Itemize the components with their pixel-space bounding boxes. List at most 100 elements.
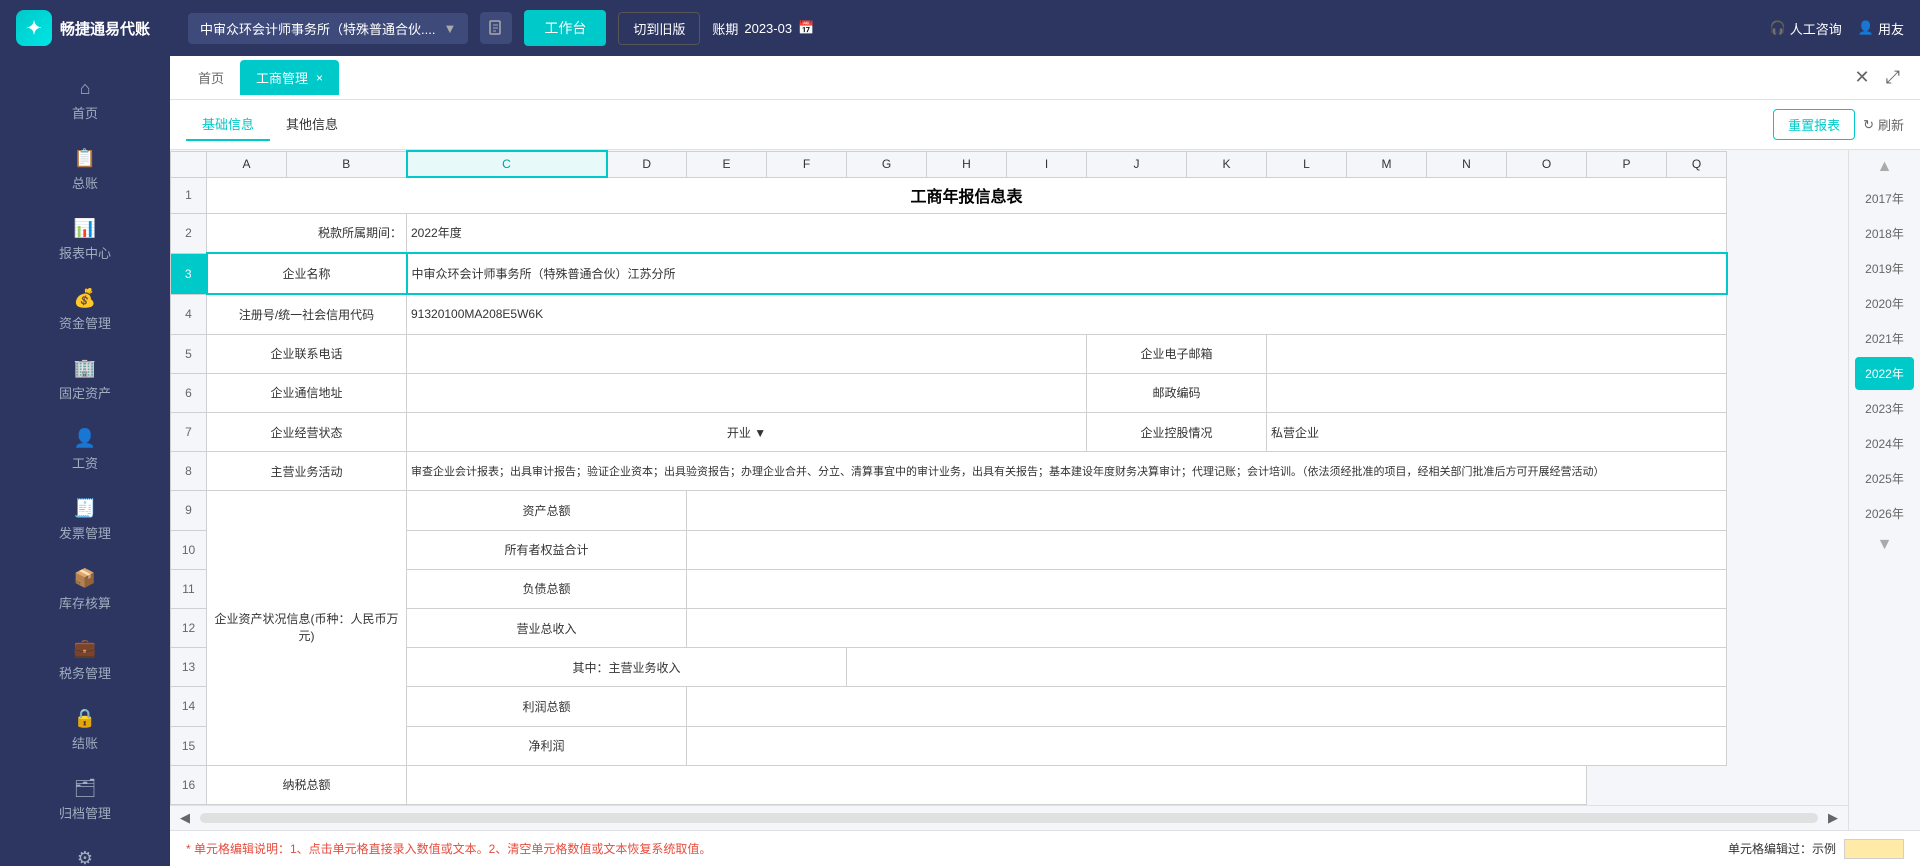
sidebar-label-asset: 固定资产 (59, 383, 111, 402)
sidebar-label-home: 首页 (72, 103, 98, 122)
sidebar-item-home[interactable]: ⌂首页 (8, 66, 162, 134)
service-button[interactable]: 🎧 人工咨询 (1770, 19, 1842, 38)
status-right: 单元格编辑过：示例 (1728, 839, 1904, 859)
year-item-2017年[interactable]: 2017年 (1855, 182, 1914, 215)
reg-code-cell[interactable]: 91320100MA208E5W6K (407, 294, 1727, 334)
sidebar-label-ledger: 总账 (72, 173, 98, 192)
address-cell[interactable] (407, 373, 1087, 412)
value-cell[interactable]: 2022年度 (407, 213, 1727, 253)
sidebar-item-close[interactable]: 🔒结账 (8, 696, 162, 764)
year-item-2024年[interactable]: 2024年 (1855, 427, 1914, 460)
col-header-M: M (1347, 151, 1427, 177)
scroll-right-icon[interactable]: ▶ (1822, 808, 1844, 828)
sidebar-item-report[interactable]: 📊报表中心 (8, 206, 162, 274)
sidebar-item-asset[interactable]: 🏢 固定资产 (8, 346, 162, 414)
period-info: 账期 2023-03 📅 (712, 19, 814, 38)
sidebar-item-salary[interactable]: 👤工资 (8, 416, 162, 484)
status-cell[interactable]: 开业 ▼ (407, 413, 1087, 452)
sidebar-item-ledger[interactable]: 📋总账 (8, 136, 162, 204)
tab-close-button[interactable]: × (316, 71, 323, 85)
label-cell: 企业通信地址 (207, 373, 407, 412)
table-row: 5 企业联系电话 企业电子邮箱 (171, 334, 1727, 373)
assets-total-cell[interactable] (687, 491, 1727, 530)
tab-bar: 首页 工商管理 × ✕ ⤢ (170, 56, 1920, 100)
table-row: 16 纳税总额 (171, 765, 1727, 804)
sub-tab-other[interactable]: 其他信息 (270, 108, 354, 141)
headset-icon: 🎧 (1770, 20, 1786, 36)
year-item-2025年[interactable]: 2025年 (1855, 462, 1914, 495)
sidebar-item-archive[interactable]: 🗂归档管理 (8, 766, 162, 834)
postcode-cell[interactable] (1267, 373, 1727, 412)
year-nav-down[interactable]: ▼ (1849, 532, 1920, 558)
main-revenue-cell[interactable] (847, 648, 1727, 687)
user-icon: 👤 (1858, 20, 1874, 36)
sidebar-item-capital[interactable]: 💰资金管理 (8, 276, 162, 344)
sidebar-label-invoice: 发票管理 (59, 523, 111, 542)
sidebar-item-settings[interactable]: ⚙设置 (8, 836, 162, 866)
year-item-2020年[interactable]: 2020年 (1855, 287, 1914, 320)
horizontal-scrollbar[interactable]: ◀ ▶ (170, 805, 1848, 830)
table-row: 4 注册号/统一社会信用代码 91320100MA208E5W6K (171, 294, 1727, 334)
row-num: 4 (171, 294, 207, 334)
sidebar-item-tax[interactable]: 💼税务管理 (8, 626, 162, 694)
label-cell: 企业控股情况 (1087, 413, 1267, 452)
inventory-icon: 📦 (74, 568, 96, 589)
sidebar-item-invoice[interactable]: 🧾 发票管理 (8, 486, 162, 554)
scroll-left-icon[interactable]: ◀ (174, 808, 196, 828)
sidebar-label-close: 结账 (72, 733, 98, 752)
window-expand-button[interactable]: ⤢ (1882, 63, 1904, 92)
year-item-2023年[interactable]: 2023年 (1855, 392, 1914, 425)
liability-cell[interactable] (687, 569, 1727, 608)
doc-icon[interactable] (480, 12, 512, 44)
asset-icon: 🏢 (74, 358, 96, 379)
year-item-2018年[interactable]: 2018年 (1855, 217, 1914, 250)
window-close-button[interactable]: ✕ (1851, 63, 1874, 92)
invoice-icon: 🧾 (74, 498, 96, 519)
row-num: 1 (171, 177, 207, 213)
table-row: 2 税款所属期间： 2022年度 (171, 213, 1727, 253)
tab-home[interactable]: 首页 (186, 60, 236, 95)
archive-icon: 🗂 (74, 778, 97, 799)
refresh-button[interactable]: ↻ 刷新 (1863, 115, 1904, 134)
col-header-H: H (927, 151, 1007, 177)
equity-cell[interactable] (687, 530, 1727, 569)
row-num: 2 (171, 213, 207, 253)
reset-button[interactable]: 重置报表 (1773, 109, 1855, 140)
net-profit-cell[interactable] (687, 726, 1727, 765)
label-cell: 企业名称 (207, 253, 407, 294)
year-nav-up[interactable]: ▲ (1849, 154, 1920, 180)
year-item-2019年[interactable]: 2019年 (1855, 252, 1914, 285)
label-cell: 邮政编码 (1087, 373, 1267, 412)
profit-cell[interactable] (687, 687, 1727, 726)
label-cell: 企业联系电话 (207, 334, 407, 373)
year-item-2021年[interactable]: 2021年 (1855, 322, 1914, 355)
workspace-button[interactable]: 工作台 (524, 10, 606, 46)
company-selector[interactable]: 中审众环会计师事务所（特殊普通合伙.... ▼ (188, 13, 468, 44)
col-header-L: L (1267, 151, 1347, 177)
tax-total-cell[interactable] (407, 765, 1587, 804)
sidebar-item-inventory[interactable]: 📦 库存核算 (8, 556, 162, 624)
toolbar-actions: 重置报表 ↻ 刷新 (1773, 109, 1904, 140)
table-row: 9 企业资产状况信息(币种：人民币万元) 资产总额 (171, 491, 1727, 530)
holding-cell[interactable]: 私营企业 (1267, 413, 1727, 452)
revenue-total-cell[interactable] (687, 608, 1727, 647)
calendar-icon[interactable]: 📅 (798, 20, 814, 36)
sidebar-label-inventory: 库存核算 (59, 593, 111, 612)
old-version-button[interactable]: 切到旧版 (618, 12, 700, 45)
business-cell[interactable]: 审查企业会计报表；出具审计报告；验证企业资本；出具验资报告；办理企业合并、分立、… (407, 452, 1727, 491)
period-label: 账期 (712, 19, 738, 38)
email-cell[interactable] (1267, 334, 1727, 373)
top-bar: ✦ 畅捷通易代账 中审众环会计师事务所（特殊普通合伙.... ▼ 工作台 切到旧… (0, 0, 1920, 56)
year-item-2026年[interactable]: 2026年 (1855, 497, 1914, 530)
main-layout: ⌂首页📋总账📊报表中心💰资金管理 🏢 固定资产 👤工资 🧾 发票管理 📦 库存核算 💼税务管理🔒… (0, 56, 1920, 866)
tab-active[interactable]: 工商管理 × (240, 60, 339, 95)
company-name-cell[interactable]: 中审众环会计师事务所（特殊普通合伙）江苏分所 (407, 253, 1727, 294)
col-header-P: P (1587, 151, 1667, 177)
scroll-track[interactable] (200, 813, 1818, 823)
spreadsheet-wrapper[interactable]: A B C D E F G H I J (170, 150, 1848, 805)
year-item-2022年[interactable]: 2022年 (1855, 357, 1914, 390)
phone-cell[interactable] (407, 334, 1087, 373)
row-num: 7 (171, 413, 207, 452)
user-avatar[interactable]: 👤 用友 (1858, 19, 1904, 38)
sub-tab-basic[interactable]: 基础信息 (186, 108, 270, 141)
